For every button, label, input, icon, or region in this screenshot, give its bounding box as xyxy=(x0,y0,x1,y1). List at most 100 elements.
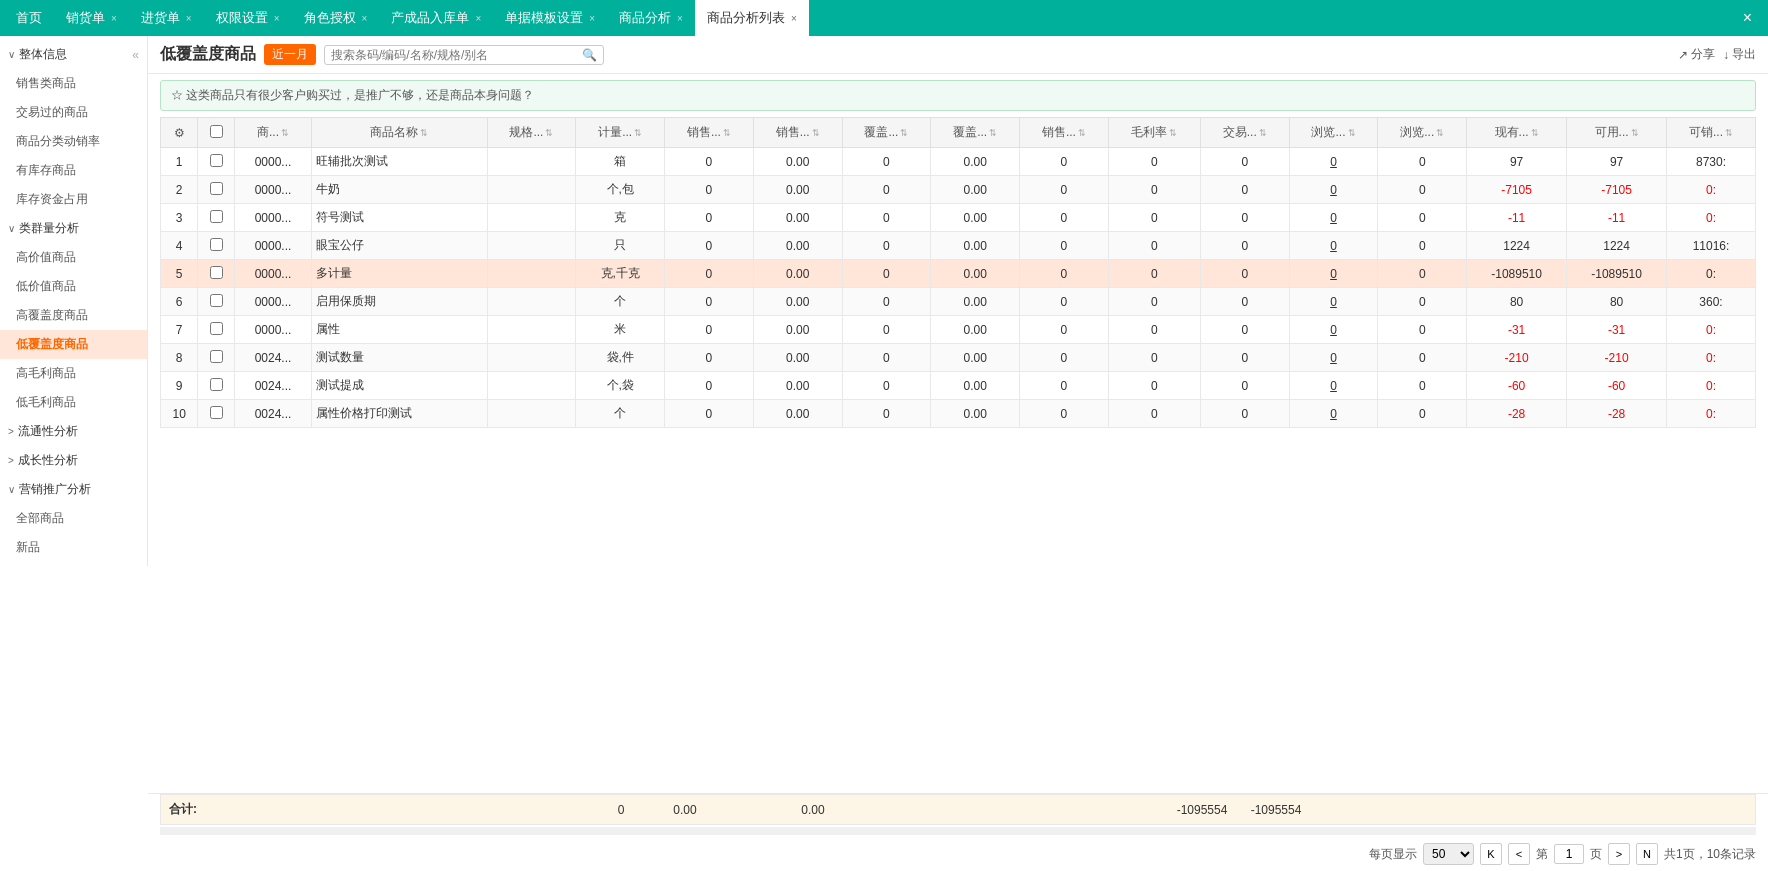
sidebar-item-sales-goods[interactable]: 销售类商品 xyxy=(0,69,147,98)
row-browse1[interactable]: 0 xyxy=(1289,148,1378,176)
row-browse1[interactable]: 0 xyxy=(1289,176,1378,204)
row-browse1[interactable]: 0 xyxy=(1289,232,1378,260)
row-checkbox[interactable] xyxy=(198,288,235,316)
row-checkbox[interactable] xyxy=(198,232,235,260)
period-button[interactable]: 近一月 xyxy=(264,44,316,65)
close-window-button[interactable]: × xyxy=(1731,0,1764,36)
row-name[interactable]: 测试提成 xyxy=(311,372,487,400)
col-cover1[interactable]: 覆盖...⇅ xyxy=(842,118,931,148)
col-gross[interactable]: 毛利率⇅ xyxy=(1108,118,1200,148)
row-checkbox[interactable] xyxy=(198,316,235,344)
row-browse1[interactable]: 0 xyxy=(1289,316,1378,344)
row-name[interactable]: 测试数量 xyxy=(311,344,487,372)
sidebar-item-high-profit[interactable]: 高毛利商品 xyxy=(0,359,147,388)
col-available[interactable]: 可用...⇅ xyxy=(1567,118,1667,148)
row-checkbox[interactable] xyxy=(198,372,235,400)
sidebar-section-overall[interactable]: ∨ 整体信息 « xyxy=(0,40,147,69)
tab-sales-order[interactable]: 销货单 × xyxy=(54,0,129,36)
sidebar-section-cluster[interactable]: ∨ 类群量分析 xyxy=(0,214,147,243)
tab-product-analysis-list[interactable]: 商品分析列表 × xyxy=(695,0,809,36)
col-spec[interactable]: 规格...⇅ xyxy=(487,118,576,148)
sidebar-section-growth[interactable]: > 成长性分析 xyxy=(0,446,147,475)
col-sales-amt[interactable]: 销售...⇅ xyxy=(753,118,842,148)
sidebar-item-low-profit[interactable]: 低毛利商品 xyxy=(0,388,147,417)
close-tab-permission[interactable]: × xyxy=(274,13,280,24)
sidebar-item-category-rate[interactable]: 商品分类动销率 xyxy=(0,127,147,156)
tab-product-entry[interactable]: 产成品入库单 × xyxy=(379,0,493,36)
row-select-checkbox[interactable] xyxy=(210,350,223,363)
tab-home[interactable]: 首页 xyxy=(4,0,54,36)
row-name[interactable]: 属性 xyxy=(311,316,487,344)
close-tab-analysis[interactable]: × xyxy=(677,13,683,24)
sidebar-item-all-goods[interactable]: 全部商品 xyxy=(0,504,147,533)
row-select-checkbox[interactable] xyxy=(210,406,223,419)
row-checkbox[interactable] xyxy=(198,176,235,204)
row-checkbox[interactable] xyxy=(198,344,235,372)
row-select-checkbox[interactable] xyxy=(210,238,223,251)
row-name[interactable]: 属性价格打印测试 xyxy=(311,400,487,428)
row-browse1[interactable]: 0 xyxy=(1289,288,1378,316)
row-checkbox[interactable] xyxy=(198,204,235,232)
page-size-select[interactable]: 50 100 200 xyxy=(1423,843,1474,865)
col-sales-qty[interactable]: 销售...⇅ xyxy=(665,118,754,148)
close-tab-template[interactable]: × xyxy=(589,13,595,24)
col-sellable[interactable]: 可销...⇅ xyxy=(1667,118,1756,148)
tab-role-auth[interactable]: 角色授权 × xyxy=(292,0,380,36)
row-select-checkbox[interactable] xyxy=(210,182,223,195)
row-browse1[interactable]: 0 xyxy=(1289,260,1378,288)
col-cover2[interactable]: 覆盖...⇅ xyxy=(931,118,1020,148)
row-name[interactable]: 多计量 xyxy=(311,260,487,288)
close-tab-role[interactable]: × xyxy=(362,13,368,24)
sidebar-collapse-icon[interactable]: « xyxy=(132,48,139,62)
close-tab-product[interactable]: × xyxy=(475,13,481,24)
share-button[interactable]: ↗ 分享 xyxy=(1678,46,1715,63)
col-name[interactable]: 商品名称⇅ xyxy=(311,118,487,148)
search-input[interactable] xyxy=(331,48,582,62)
row-select-checkbox[interactable] xyxy=(210,322,223,335)
close-tab-analysis-list[interactable]: × xyxy=(791,13,797,24)
row-browse1[interactable]: 0 xyxy=(1289,344,1378,372)
close-tab-purchase[interactable]: × xyxy=(186,13,192,24)
col-current[interactable]: 现有...⇅ xyxy=(1467,118,1567,148)
tab-purchase-order[interactable]: 进货单 × xyxy=(129,0,204,36)
row-browse1[interactable]: 0 xyxy=(1289,204,1378,232)
row-checkbox[interactable] xyxy=(198,260,235,288)
col-browse1[interactable]: 浏览...⇅ xyxy=(1289,118,1378,148)
row-name[interactable]: 旺辅批次测试 xyxy=(311,148,487,176)
sidebar-section-flow[interactable]: > 流通性分析 xyxy=(0,417,147,446)
row-checkbox[interactable] xyxy=(198,400,235,428)
sidebar-item-low-coverage[interactable]: 低覆盖度商品 xyxy=(0,330,147,359)
sidebar-item-new-goods[interactable]: 新品 xyxy=(0,533,147,562)
col-browse2[interactable]: 浏览...⇅ xyxy=(1378,118,1467,148)
row-select-checkbox[interactable] xyxy=(210,154,223,167)
row-browse1[interactable]: 0 xyxy=(1289,372,1378,400)
sidebar-section-marketing[interactable]: ∨ 营销推广分析 xyxy=(0,475,147,504)
col-unit[interactable]: 计量...⇅ xyxy=(576,118,665,148)
first-page-button[interactable]: K xyxy=(1480,843,1502,865)
row-select-checkbox[interactable] xyxy=(210,294,223,307)
sidebar-item-high-coverage[interactable]: 高覆盖度商品 xyxy=(0,301,147,330)
tab-product-analysis[interactable]: 商品分析 × xyxy=(607,0,695,36)
prev-page-button[interactable]: < xyxy=(1508,843,1530,865)
sidebar-item-low-value[interactable]: 低价值商品 xyxy=(0,272,147,301)
select-all-checkbox[interactable] xyxy=(210,125,223,138)
col-checkbox[interactable] xyxy=(198,118,235,148)
export-button[interactable]: ↓ 导出 xyxy=(1723,46,1756,63)
row-name[interactable]: 符号测试 xyxy=(311,204,487,232)
last-page-button[interactable]: N xyxy=(1636,843,1658,865)
row-name[interactable]: 启用保质期 xyxy=(311,288,487,316)
row-browse1[interactable]: 0 xyxy=(1289,400,1378,428)
sidebar-item-high-value[interactable]: 高价值商品 xyxy=(0,243,147,272)
col-trade[interactable]: 交易...⇅ xyxy=(1200,118,1289,148)
row-checkbox[interactable] xyxy=(198,148,235,176)
col-sales3[interactable]: 销售...⇅ xyxy=(1020,118,1109,148)
col-settings[interactable]: ⚙ xyxy=(161,118,198,148)
sidebar-item-inventory-funds[interactable]: 库存资金占用 xyxy=(0,185,147,214)
sidebar-item-stocked-goods[interactable]: 有库存商品 xyxy=(0,156,147,185)
next-page-button[interactable]: > xyxy=(1608,843,1630,865)
sidebar-item-traded-goods[interactable]: 交易过的商品 xyxy=(0,98,147,127)
col-code[interactable]: 商...⇅ xyxy=(235,118,312,148)
row-select-checkbox[interactable] xyxy=(210,210,223,223)
row-select-checkbox[interactable] xyxy=(210,266,223,279)
close-tab-sales[interactable]: × xyxy=(111,13,117,24)
